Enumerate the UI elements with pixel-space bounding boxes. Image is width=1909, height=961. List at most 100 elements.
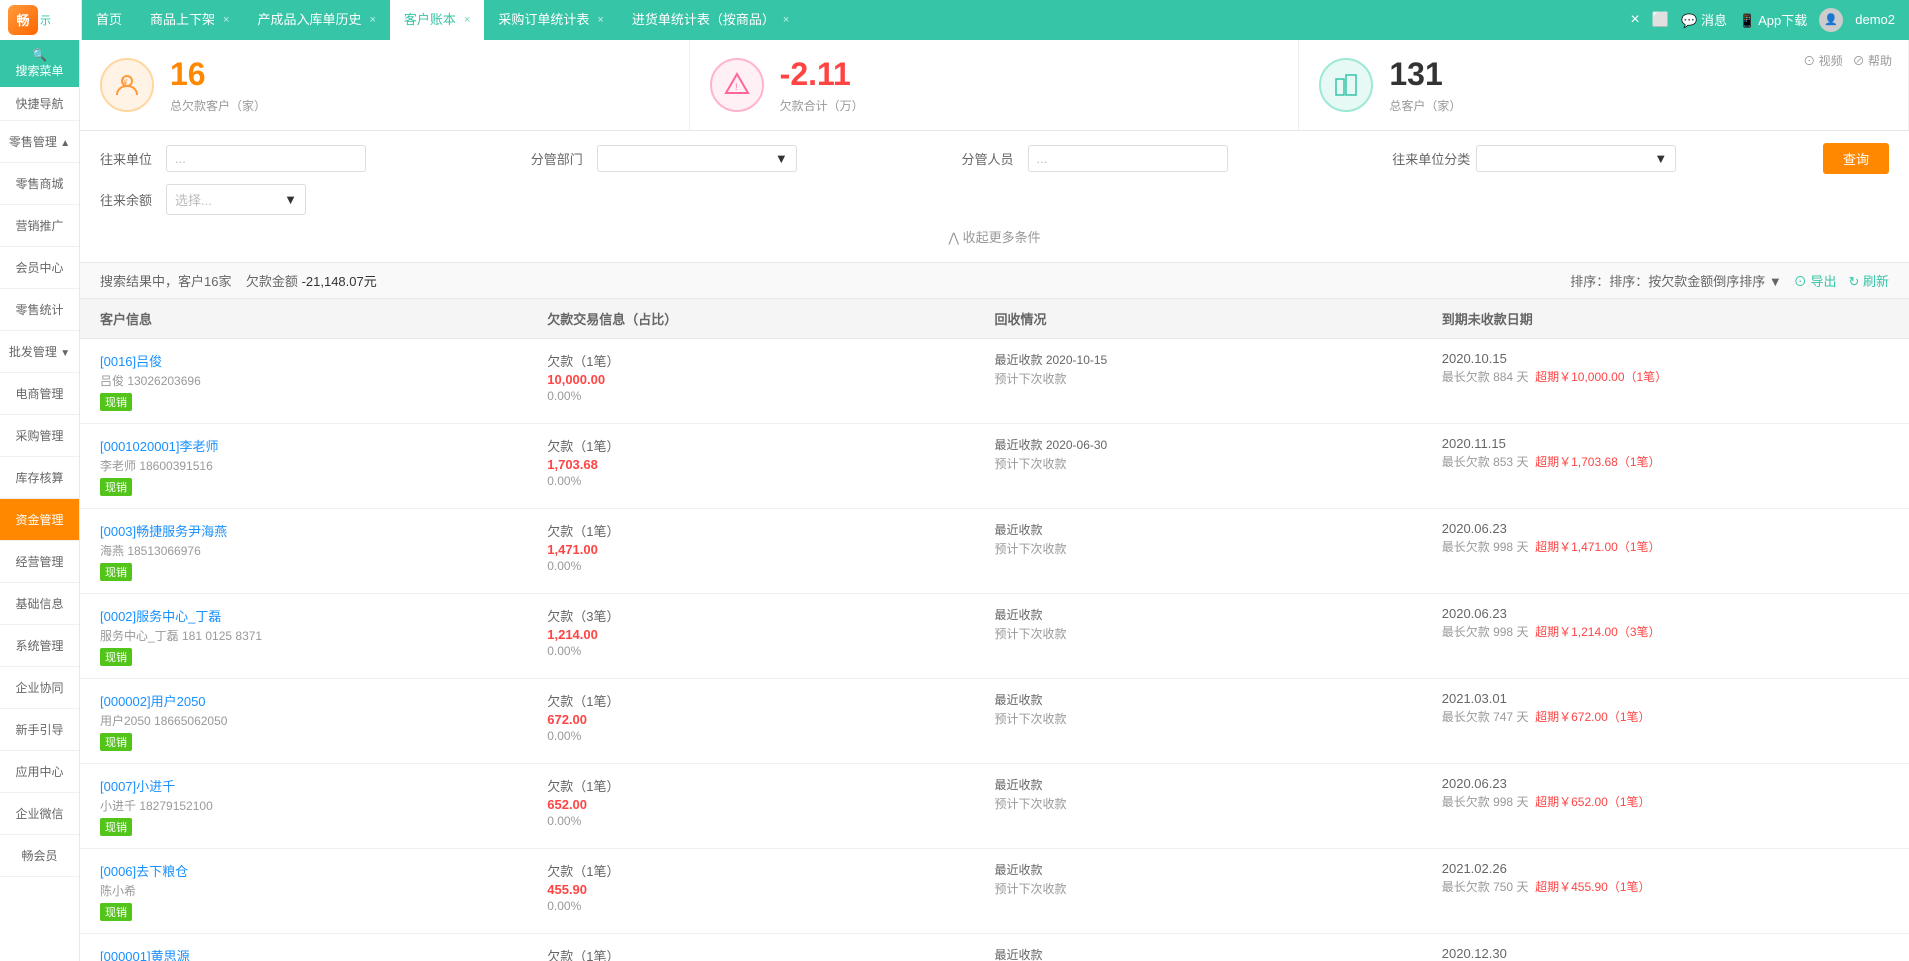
overdue-days: 最长欠款 884 天 超期￥10,000.00（1笔）: [1442, 368, 1889, 385]
chevron-down-icon: ▼: [775, 151, 788, 166]
user-avatar[interactable]: 👤: [1819, 8, 1843, 32]
tab-production-history-close[interactable]: ×: [369, 0, 375, 40]
customer-phone: 吕俊 13026203696: [100, 372, 547, 389]
overdue-link[interactable]: 超期￥672.00（1笔）: [1535, 710, 1650, 724]
branch-dept-dropdown[interactable]: ▼: [597, 145, 797, 172]
message-icon[interactable]: 💬 消息: [1681, 10, 1727, 29]
col-header-due-date: 到期未收款日期: [1442, 309, 1889, 328]
overdue-link[interactable]: 超期￥455.90（1笔）: [1535, 880, 1650, 894]
sidebar-item-business-management[interactable]: 经营管理: [0, 541, 79, 583]
tab-purchase-order-stats[interactable]: 采购订单统计表 ×: [484, 0, 617, 40]
quick-nav[interactable]: 快捷导航: [0, 87, 79, 121]
branch-dept-label: 分管部门: [531, 149, 591, 168]
sidebar-item-retail-mall[interactable]: 零售商城: [0, 163, 79, 205]
search-icon: 🔍: [32, 48, 47, 62]
total-customers-label: 总客户（家）: [1389, 97, 1888, 114]
branch-person-input[interactable]: ...: [1028, 145, 1228, 172]
sidebar-item-warehouse-accounting[interactable]: 库存核算: [0, 457, 79, 499]
next-payment: 预计下次收款: [995, 455, 1442, 472]
chevron-down-icon: ▼: [60, 348, 70, 359]
debt-count: 欠款（1笔）: [547, 946, 994, 961]
table-row: [0003]畅捷服务尹海燕 海燕 18513066976 现销 欠款（1笔） 1…: [80, 509, 1909, 594]
col-header-customer: 客户信息: [100, 309, 547, 328]
tab-close-all-icon[interactable]: ×: [1630, 11, 1639, 29]
sidebar-item-retail-management[interactable]: 零售管理 ▲: [0, 121, 79, 163]
tab-customer-account-close[interactable]: ×: [464, 0, 470, 40]
tab-home[interactable]: 首页: [82, 0, 136, 40]
tab-purchase-stats-product-close[interactable]: ×: [783, 0, 789, 40]
sidebar-item-new-user-guide[interactable]: 新手引导: [0, 709, 79, 751]
tab-purchase-order-stats-close[interactable]: ×: [597, 0, 603, 40]
debt-percent: 0.00%: [547, 389, 994, 403]
source-unit-category-dropdown[interactable]: ▼: [1476, 145, 1676, 172]
debt-count: 欠款（3笔）: [547, 606, 994, 625]
customer-badge: 现销: [100, 733, 132, 751]
username: demo2: [1855, 12, 1895, 27]
latest-payment: 最近收款: [995, 606, 1442, 623]
customer-name-link[interactable]: [000002]用户2050: [100, 691, 547, 710]
customer-name-link[interactable]: [0002]服务中心_丁磊: [100, 606, 547, 625]
help-btn[interactable]: ⊘ 帮助: [1853, 52, 1892, 69]
export-icon: ⊙: [1794, 274, 1807, 289]
sidebar-item-member-center[interactable]: 会员中心: [0, 247, 79, 289]
sidebar-item-system-management[interactable]: 系统管理: [0, 625, 79, 667]
customer-name-link[interactable]: [0007]小进千: [100, 776, 547, 795]
debt-percent: 0.00%: [547, 644, 994, 658]
sidebar-item-purchase-management[interactable]: 采购管理: [0, 415, 79, 457]
customer-name-link[interactable]: [0003]畅捷服务尹海燕: [100, 521, 547, 540]
col-header-debt: 欠款交易信息（占比）: [547, 309, 994, 328]
sort-control[interactable]: 排序：排序：按欠款金额倒序排序 ▼: [1570, 271, 1782, 290]
tab-production-history[interactable]: 产成品入库单历史 ×: [243, 0, 389, 40]
refresh-button[interactable]: ↻ 刷新: [1848, 271, 1889, 290]
debt-count: 欠款（1笔）: [547, 351, 994, 370]
tab-maximize-icon[interactable]: ⬜: [1652, 11, 1669, 28]
overdue-link[interactable]: 超期￥1,703.68（1笔）: [1535, 455, 1660, 469]
overdue-link[interactable]: 超期￥10,000.00（1笔）: [1535, 370, 1667, 384]
view-video-btn[interactable]: ⊙ 视频: [1803, 52, 1842, 69]
sidebar-item-batch-management[interactable]: 批发管理 ▼: [0, 331, 79, 373]
sidebar-item-ecommerce[interactable]: 电商管理: [0, 373, 79, 415]
search-menu[interactable]: 🔍 搜索菜单: [0, 40, 79, 87]
next-payment: 预计下次收款: [995, 710, 1442, 727]
customer-badge: 现销: [100, 648, 132, 666]
sidebar-item-retail-stats[interactable]: 零售统计: [0, 289, 79, 331]
sidebar-item-enterprise-cooperation[interactable]: 企业协同: [0, 667, 79, 709]
sidebar-item-app-center[interactable]: 应用中心: [0, 751, 79, 793]
due-date: 2020.10.15: [1442, 351, 1889, 366]
latest-payment: 最近收款: [995, 946, 1442, 961]
customer-badge: 现销: [100, 393, 132, 411]
source-unit-input[interactable]: ...: [166, 145, 366, 172]
chevron-down-icon2: ▼: [1654, 151, 1667, 166]
debt-count: 欠款（1笔）: [547, 861, 994, 880]
due-date: 2020.11.15: [1442, 436, 1889, 451]
sidebar-item-marketing[interactable]: 营销推广: [0, 205, 79, 247]
tab-products-shelf-close[interactable]: ×: [223, 0, 229, 40]
tab-purchase-stats-product[interactable]: 进货单统计表（按商品） ×: [618, 0, 803, 40]
sidebar-item-enterprise-wechat[interactable]: 企业微信: [0, 793, 79, 835]
customer-name-link[interactable]: [0001020001]李老师: [100, 436, 547, 455]
latest-payment: 最近收款 2020-10-15: [995, 351, 1442, 368]
search-button[interactable]: 查询: [1823, 143, 1889, 174]
overdue-link[interactable]: 超期￥1,471.00（1笔）: [1535, 540, 1660, 554]
sidebar-item-capital-management[interactable]: 资金管理: [0, 499, 79, 541]
tab-products-shelf[interactable]: 商品上下架 ×: [136, 0, 243, 40]
sort-down-icon: ▼: [1769, 274, 1782, 289]
overdue-link[interactable]: 超期￥1,214.00（3笔）: [1535, 625, 1660, 639]
collapse-btn[interactable]: ⋀ 收起更多条件: [948, 230, 1040, 245]
customer-name-link[interactable]: [0006]去下粮仓: [100, 861, 547, 880]
customer-phone: 李老师 18600391516: [100, 457, 547, 474]
due-date: 2020.06.23: [1442, 776, 1889, 791]
sidebar-item-pro-member[interactable]: 畅会员: [0, 835, 79, 877]
app-download-icon[interactable]: 📱 App下载: [1739, 10, 1807, 29]
balance-dropdown[interactable]: 选择... ▼: [166, 184, 306, 215]
table-row: [0006]去下粮仓 陈小希 现销 欠款（1笔） 455.90 0.00% 最近…: [80, 849, 1909, 934]
debt-amount-label: 欠款合计（万）: [780, 97, 1279, 114]
due-date: 2020.12.30: [1442, 946, 1889, 961]
tab-customer-account[interactable]: 客户账本 ×: [390, 0, 484, 40]
customer-name-link[interactable]: [000001]黄思源: [100, 946, 547, 961]
sidebar-item-basic-info[interactable]: 基础信息: [0, 583, 79, 625]
overdue-link[interactable]: 超期￥652.00（1笔）: [1535, 795, 1650, 809]
export-button[interactable]: ⊙ 导出: [1794, 271, 1837, 290]
latest-payment: 最近收款 2020-06-30: [995, 436, 1442, 453]
customer-name-link[interactable]: [0016]吕俊: [100, 351, 547, 370]
